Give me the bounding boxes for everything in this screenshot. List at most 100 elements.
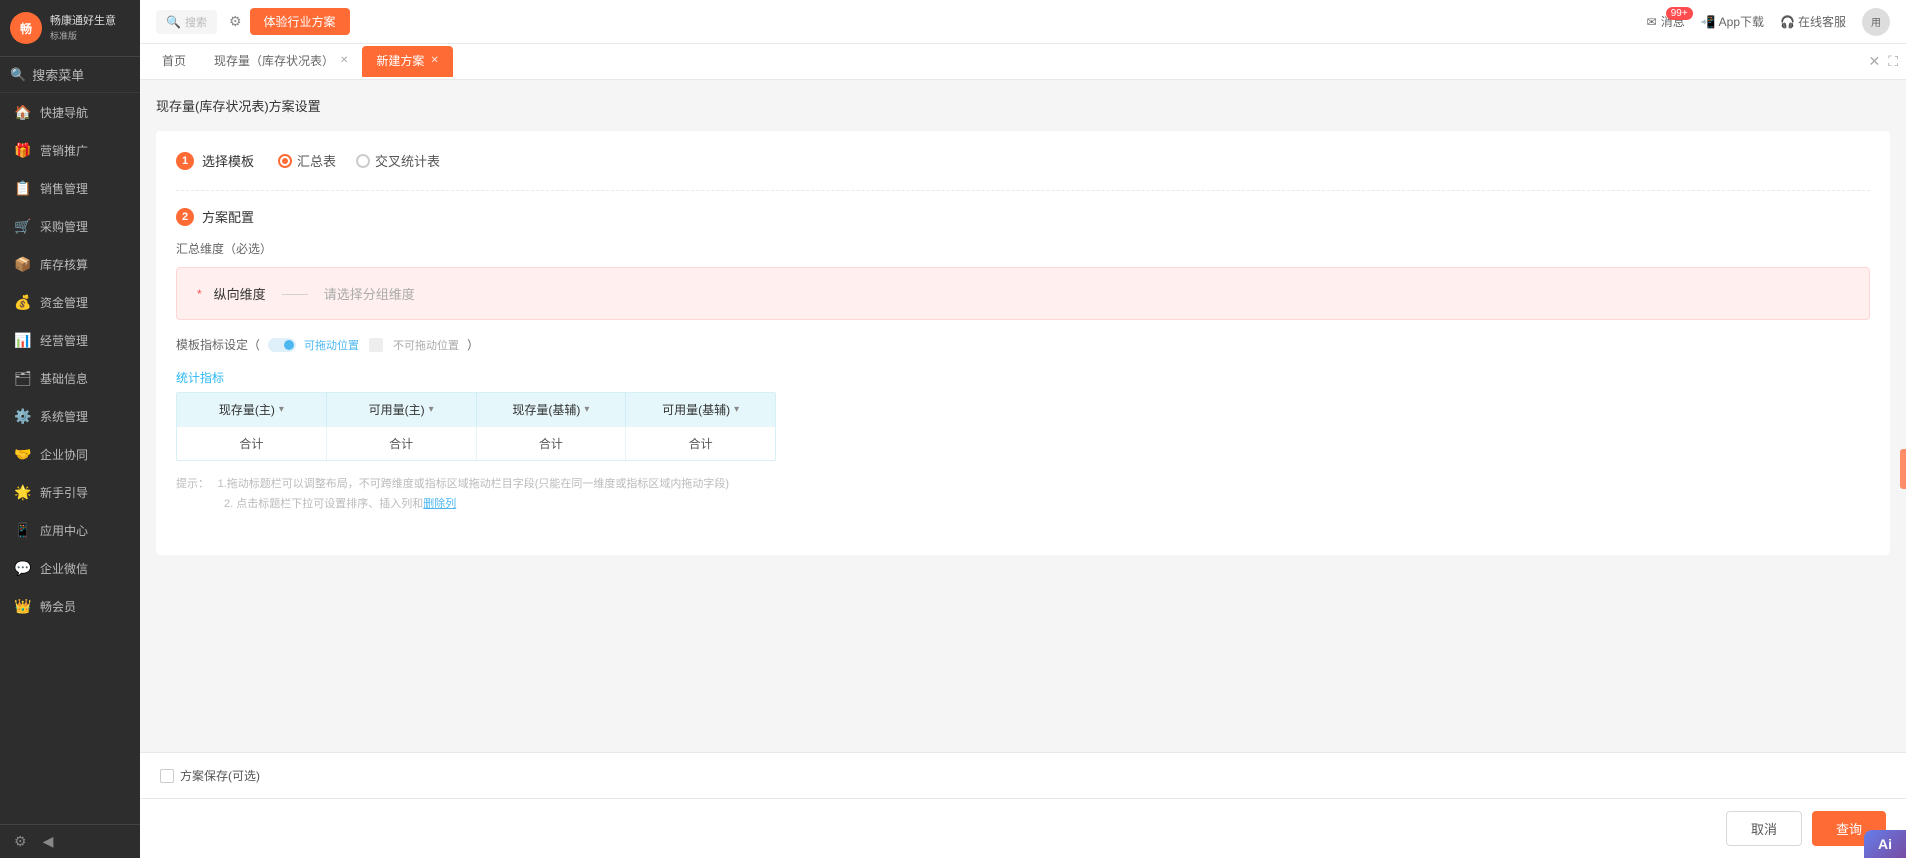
tab-home-label: 首页 (162, 52, 186, 69)
gift-icon: 🎁 (14, 141, 32, 159)
sidebar-item-marketing[interactable]: 🎁 营销推广 (0, 131, 140, 169)
resize-handle[interactable] (1900, 449, 1906, 489)
delete-column-link[interactable]: 删除列 (423, 498, 456, 510)
indicator-settings: 模板指标设定（ 可拖动位置 不可拖动位置 ） (176, 336, 1870, 353)
step2-section: 2 方案配置 汇总维度（必选） * 纵向维度 —— 请选择分组维度 (176, 207, 1870, 515)
step2-header: 2 方案配置 (176, 207, 1870, 226)
stats-col-header-2[interactable]: 可用量(主) ▾ (327, 393, 477, 426)
header-right: ✉ 消息 99+ 📲 App下载 🎧 在线客服 用 (1647, 8, 1890, 36)
sidebar-item-label: 畅会员 (40, 598, 76, 615)
footer-actions: 取消 查询 (140, 798, 1906, 858)
main-area: 🔍 搜索 ⚙ 体验行业方案 ✉ 消息 99+ 📲 App下载 🎧 在线客服 用 (140, 0, 1906, 858)
content-area: 现存量(库存状况表)方案设置 1 选择模板 汇总表 (140, 80, 1906, 752)
radio-summary[interactable]: 汇总表 (278, 151, 336, 170)
sidebar-item-newbie[interactable]: 🌟 新手引导 (0, 473, 140, 511)
avatar-placeholder: 用 (1871, 14, 1881, 29)
top-header: 🔍 搜索 ⚙ 体验行业方案 ✉ 消息 99+ 📲 App下载 🎧 在线客服 用 (140, 0, 1906, 44)
sidebar-logo: 畅 畅康通好生意 标准版 (0, 0, 140, 57)
sidebar-item-label: 系统管理 (40, 408, 88, 425)
indicator-settings-label: 模板指标设定（ (176, 336, 260, 353)
step1-header: 1 选择模板 汇总表 交叉统计表 (176, 151, 1870, 170)
tab-inventory-status[interactable]: 现存量（库存状况表） ✕ (200, 46, 362, 77)
scheme-card: 1 选择模板 汇总表 交叉统计表 (156, 131, 1890, 555)
hint-text-1: 1.拖动标题栏可以调整布局，不可跨维度或指标区域拖动栏目字段(只能在同一维度或指… (218, 478, 730, 490)
expand-window-icon[interactable]: ⛶ (1888, 53, 1898, 70)
stats-col-1-label: 现存量(主) (219, 401, 275, 418)
sidebar-item-finance[interactable]: 💰 资金管理 (0, 283, 140, 321)
hint-text-2: 2. 点击标题栏下拉可设置排序、插入列和 (224, 498, 423, 510)
enterprise-icon: 🤝 (14, 445, 32, 463)
sidebar-item-enterprise[interactable]: 🤝 企业协同 (0, 435, 140, 473)
service-icon: 🎧 (1780, 15, 1795, 29)
sidebar-footer: ⚙ ◀ (0, 824, 140, 858)
radio-cross[interactable]: 交叉统计表 (356, 151, 440, 170)
sidebar-item-member[interactable]: 👑 畅会员 (0, 587, 140, 625)
sidebar-item-purchase[interactable]: 🛒 采购管理 (0, 207, 140, 245)
online-service-button[interactable]: 🎧 在线客服 (1780, 13, 1846, 30)
app-download-label: App下载 (1719, 13, 1764, 30)
save-option-label: 方案保存(可选) (180, 767, 260, 784)
step2-title: 方案配置 (202, 207, 254, 226)
sidebar-item-shortcut[interactable]: 🏠 快捷导航 (0, 93, 140, 131)
tab-close-inventory[interactable]: ✕ (340, 55, 348, 66)
messages-button[interactable]: ✉ 消息 99+ (1647, 13, 1685, 30)
messages-badge: 99+ (1666, 7, 1693, 20)
sales-icon: 📋 (14, 179, 32, 197)
save-option-checkbox[interactable]: 方案保存(可选) (160, 767, 260, 784)
cancel-button[interactable]: 取消 (1726, 811, 1802, 846)
tab-close-new-scheme[interactable]: ✕ (430, 55, 438, 66)
settings-footer-btn[interactable]: ⚙ (14, 833, 27, 850)
sidebar-item-label: 新手引导 (40, 484, 88, 501)
sidebar-item-inventory[interactable]: 📦 库存核算 (0, 245, 140, 283)
section-divider-1 (176, 190, 1870, 191)
sidebar: 畅 畅康通好生意 标准版 🔍 搜索菜单 🏠 快捷导航 🎁 营销推广 📋 销售管理… (0, 0, 140, 858)
sidebar-item-label: 营销推广 (40, 142, 88, 159)
indicator-toggle-on[interactable] (268, 338, 296, 352)
stats-col-header-1[interactable]: 现存量(主) ▾ (177, 393, 327, 426)
indicator-bracket-close: ） (467, 336, 479, 353)
tab-bar: 首页 现存量（库存状况表） ✕ 新建方案 ✕ ✕ ⛶ (140, 44, 1906, 80)
newbie-icon: 🌟 (14, 483, 32, 501)
stats-section: 统计指标 现存量(主) ▾ 可用量(主) ▾ (176, 369, 1870, 461)
sidebar-item-sales[interactable]: 📋 销售管理 (0, 169, 140, 207)
app-download-button[interactable]: 📲 App下载 (1701, 13, 1764, 30)
dimension-placeholder: 请选择分组维度 (324, 284, 415, 303)
hint-prefix-1: 提示： (176, 478, 215, 490)
save-checkbox-input[interactable] (160, 769, 174, 783)
search-icon: 🔍 (10, 67, 26, 83)
hints-area: 提示： 1.拖动标题栏可以调整布局，不可跨维度或指标区域拖动栏目字段(只能在同一… (176, 475, 1870, 515)
app-download-icon: 📲 (1701, 15, 1716, 29)
header-left: 🔍 搜索 ⚙ 体验行业方案 (156, 8, 350, 35)
service-label: 在线客服 (1798, 13, 1846, 30)
stats-col-header-4[interactable]: 可用量(基辅) ▾ (626, 393, 775, 426)
radio-cross-label: 交叉统计表 (375, 151, 440, 170)
user-avatar[interactable]: 用 (1862, 8, 1890, 36)
tab-home[interactable]: 首页 (148, 46, 200, 77)
indicator-badge-off-label: 不可拖动位置 (393, 337, 459, 353)
stats-table-row-1: 合计 合计 合计 合计 (177, 426, 775, 460)
header-search[interactable]: 🔍 搜索 (156, 10, 217, 34)
sidebar-search[interactable]: 🔍 搜索菜单 (0, 57, 140, 93)
sidebar-item-basic[interactable]: 🗂 基础信息 (0, 359, 140, 397)
stats-col-header-3[interactable]: 现存量(基辅) ▾ (477, 393, 627, 426)
search-placeholder: 搜索 (185, 14, 207, 30)
dimension-separator: —— (282, 286, 308, 301)
sidebar-item-operations[interactable]: 📊 经营管理 (0, 321, 140, 359)
sidebar-item-system[interactable]: ⚙️ 系统管理 (0, 397, 140, 435)
ai-badge[interactable]: Ai (1864, 830, 1906, 858)
sidebar-item-label: 快捷导航 (40, 104, 88, 121)
basic-icon: 🗂 (14, 369, 32, 387)
sidebar-item-label: 企业微信 (40, 560, 88, 577)
close-window-icon[interactable]: ✕ (1868, 53, 1880, 70)
sidebar-item-wechat[interactable]: 💬 企业微信 (0, 549, 140, 587)
toggle-sidebar-btn[interactable]: ◀ (43, 833, 54, 850)
settings-icon[interactable]: ⚙ (229, 13, 242, 30)
tab-new-scheme[interactable]: 新建方案 ✕ (362, 46, 452, 77)
trial-button[interactable]: 体验行业方案 (250, 8, 350, 35)
sidebar-item-label: 基础信息 (40, 370, 88, 387)
dimension-vertical-label: 纵向维度 (214, 284, 266, 303)
step1-title: 选择模板 (202, 151, 254, 170)
sidebar-item-appstore[interactable]: 📱 应用中心 (0, 511, 140, 549)
app-version: 标准版 (50, 29, 116, 42)
tab-new-scheme-label: 新建方案 (376, 52, 424, 69)
